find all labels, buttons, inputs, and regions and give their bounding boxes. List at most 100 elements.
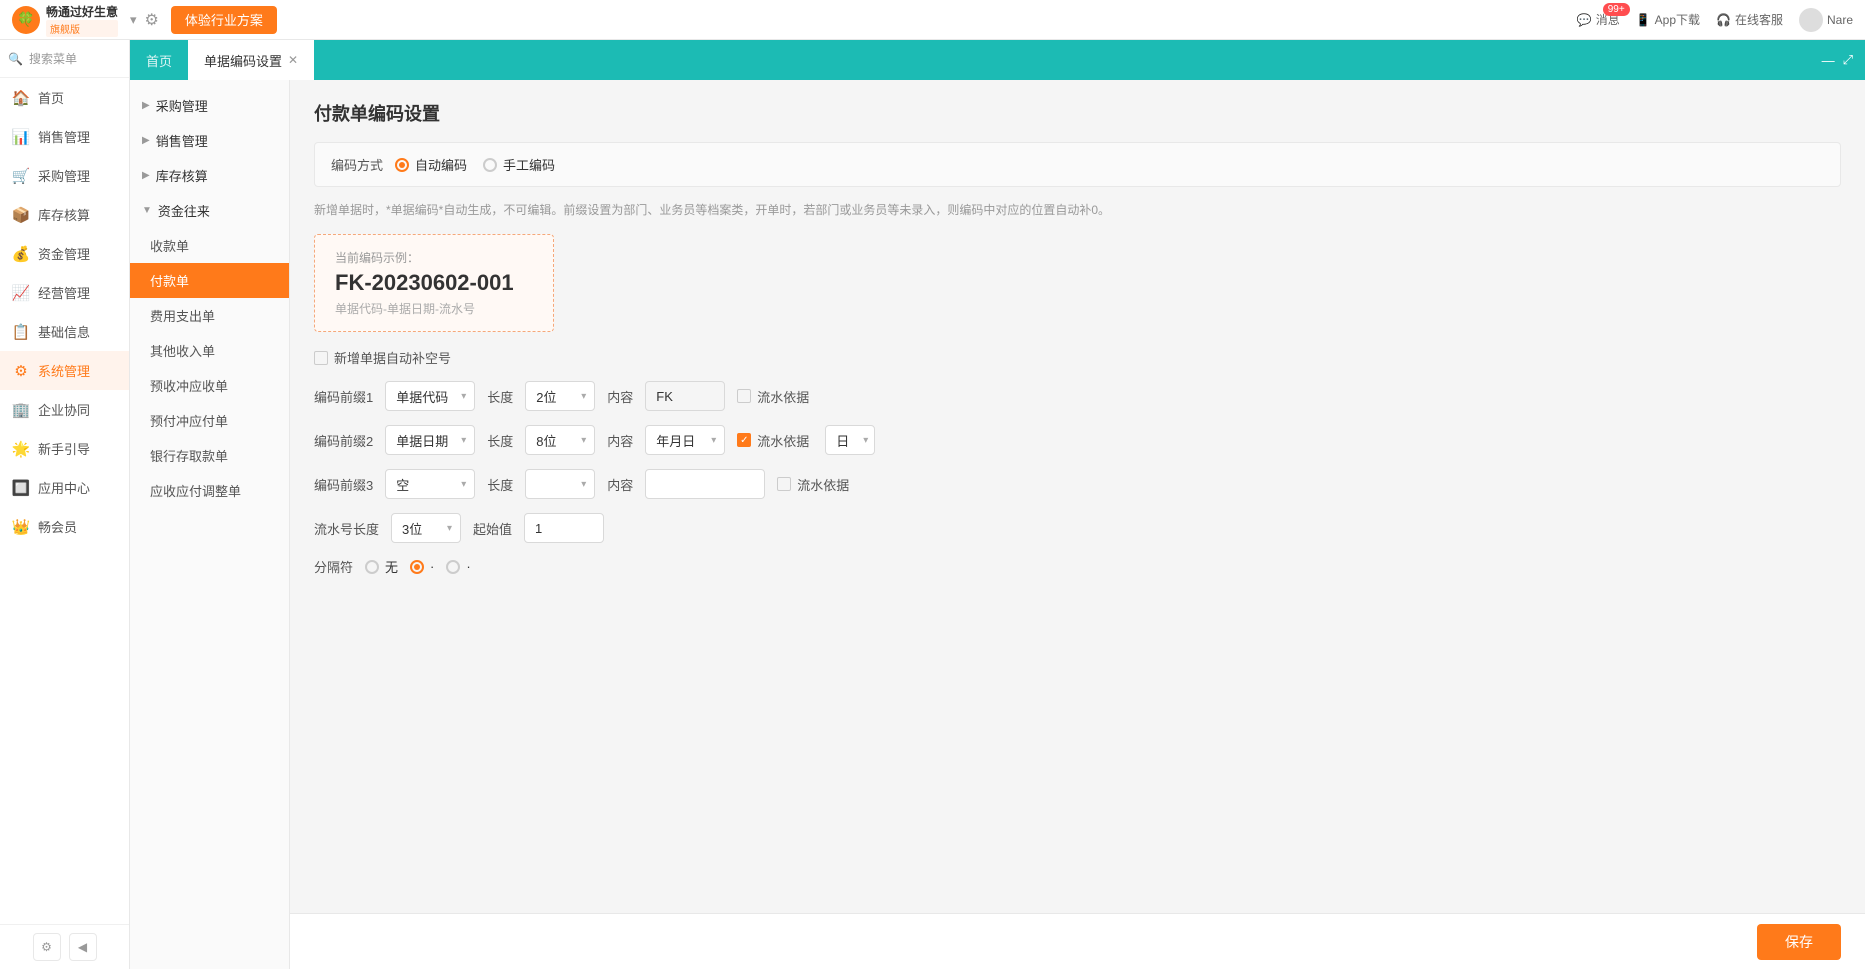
manual-encode-option[interactable]: 手工编码 — [483, 155, 555, 174]
sep-dot1-option[interactable]: · — [410, 559, 434, 574]
sep-dot2-radio[interactable] — [446, 560, 460, 574]
sub-item-receipt[interactable]: 收款单 — [130, 228, 289, 263]
sub-item-expense[interactable]: 费用支出单 — [130, 298, 289, 333]
sub-item-adjust[interactable]: 应收应付调整单 — [130, 473, 289, 508]
sidebar-item-home[interactable]: 🏠 首页 — [0, 78, 129, 117]
message-badge: 99+ — [1603, 3, 1630, 16]
sep-dot1-radio[interactable] — [410, 560, 424, 574]
sep-dot2-option[interactable]: · — [446, 559, 470, 574]
example-label: 当前编码示例： — [335, 249, 533, 266]
auto-fill-checkbox[interactable] — [314, 351, 328, 365]
prefix3-content-label: 内容 — [607, 475, 633, 494]
manual-encode-radio[interactable] — [483, 158, 497, 172]
enterprise-icon: 🏢 — [12, 401, 30, 419]
sidebar-item-appstore[interactable]: 🔲 应用中心 — [0, 468, 129, 507]
operation-icon: 📈 — [12, 284, 30, 302]
sidebar-item-finance[interactable]: 💰 资金管理 — [0, 234, 129, 273]
prefix3-label: 编码前缀3 — [314, 475, 373, 494]
sep-none-option[interactable]: 无 — [365, 557, 398, 576]
tab-home[interactable]: 首页 — [130, 40, 188, 80]
prefix2-content-select[interactable]: 年月日 ▾ — [645, 425, 725, 455]
sep-none-radio[interactable] — [365, 560, 379, 574]
logo-text: 畅通过好生意 旗舰版 — [46, 3, 118, 37]
sidebar-item-operation[interactable]: 📈 经营管理 — [0, 273, 129, 312]
topbar-nav: ▾ ⚙ — [130, 10, 159, 30]
dropdown-arrow[interactable]: ▾ — [130, 12, 137, 28]
prefix1-length-select[interactable]: 2位 ▾ — [525, 381, 595, 411]
sub-item-prepay-payable[interactable]: 预付冲应付单 — [130, 403, 289, 438]
sub-item-bank[interactable]: 银行存取款单 — [130, 438, 289, 473]
sidebar-item-sales[interactable]: 📊 销售管理 — [0, 117, 129, 156]
service-item[interactable]: 🎧 在线客服 — [1716, 11, 1783, 28]
sidebar-item-purchase[interactable]: 🛒 采购管理 — [0, 156, 129, 195]
sidebar-item-member[interactable]: 👑 畅会员 — [0, 507, 129, 546]
sub-group-inventory-title[interactable]: ▶ 库存核算 — [130, 158, 289, 193]
arrow-right-icon2: ▶ — [142, 135, 150, 146]
trial-button[interactable]: 体验行业方案 — [171, 6, 277, 34]
prefix3-select[interactable]: 空 ▾ — [385, 469, 475, 499]
prefix1-row: 编码前缀1 单据代码 ▾ 长度 2位 ▾ 内容 FK — [314, 381, 1841, 411]
sub-item-payment[interactable]: 付款单 — [130, 263, 289, 298]
content-area: 首页 单据编码设置 ✕ — ⤢ ▶ 采购管理 — [130, 40, 1865, 969]
prefix1-flow-checkbox[interactable] — [737, 389, 751, 403]
prefix3-content-input[interactable] — [645, 469, 765, 499]
sub-item-prepay-receivable[interactable]: 预收冲应收单 — [130, 368, 289, 403]
sub-group-sales-title[interactable]: ▶ 销售管理 — [130, 123, 289, 158]
auto-encode-radio[interactable] — [395, 158, 409, 172]
day-arrow: ▾ — [863, 435, 868, 446]
sub-group-sales: ▶ 销售管理 — [130, 123, 289, 158]
prefix1-content-input[interactable]: FK — [645, 381, 725, 411]
sub-group-capital: ▼ 资金往来 收款单 付款单 费用支出单 其他收入单 预收冲应收单 预付冲应付单… — [130, 193, 289, 508]
prefix2-length-select[interactable]: 8位 ▾ — [525, 425, 595, 455]
sidebar-settings-btn[interactable]: ⚙ — [33, 933, 61, 961]
service-icon: 🎧 — [1716, 13, 1731, 27]
sidebar-item-inventory[interactable]: 📦 库存核算 — [0, 195, 129, 234]
app-download-item[interactable]: 📱 App下载 — [1636, 11, 1700, 28]
prefix2-day-select[interactable]: 日 ▾ — [825, 425, 875, 455]
tab-close-icon[interactable]: ✕ — [288, 53, 298, 67]
encode-radio-group: 自动编码 手工编码 — [395, 155, 555, 174]
window-min-icon[interactable]: — — [1822, 53, 1835, 68]
inventory-icon: 📦 — [12, 206, 30, 224]
prefix2-select[interactable]: 单据日期 ▾ — [385, 425, 475, 455]
tab-encoding[interactable]: 单据编码设置 ✕ — [188, 40, 314, 80]
home-icon: 🏠 — [12, 89, 30, 107]
prefix3-length-label: 长度 — [487, 475, 513, 494]
save-button[interactable]: 保存 — [1757, 924, 1841, 960]
sub-item-income[interactable]: 其他收入单 — [130, 333, 289, 368]
sidebar-collapse-btn[interactable]: ◀ — [69, 933, 97, 961]
example-sub: 单据代码-单据日期-流水号 — [335, 300, 533, 317]
auto-fill-row: 新增单据自动补空号 — [314, 348, 1841, 367]
auto-encode-option[interactable]: 自动编码 — [395, 155, 467, 174]
prefix1-select[interactable]: 单据代码 ▾ — [385, 381, 475, 411]
sidebar-item-guide[interactable]: 🌟 新手引导 — [0, 429, 129, 468]
prefix3-flow-checkbox[interactable] — [777, 477, 791, 491]
encode-method-row: 编码方式 自动编码 手工编码 — [314, 142, 1841, 187]
sub-group-purchase-title[interactable]: ▶ 采购管理 — [130, 88, 289, 123]
message-item[interactable]: 💬 消息 99+ — [1577, 11, 1620, 28]
prefix3-length-select[interactable]: ▾ — [525, 469, 595, 499]
start-label: 起始值 — [473, 519, 512, 538]
guide-icon: 🌟 — [12, 440, 30, 458]
sub-group-capital-title[interactable]: ▼ 资金往来 — [130, 193, 289, 228]
sidebar-item-system[interactable]: ⚙ 系统管理 — [0, 351, 129, 390]
basic-icon: 📋 — [12, 323, 30, 341]
sep-options: 无 · · — [365, 557, 471, 576]
user-avatar[interactable]: Nare — [1799, 8, 1853, 32]
sidebar-bottom: ⚙ ◀ — [0, 924, 129, 969]
topbar: 🍀 畅通过好生意 旗舰版 ▾ ⚙ 体验行业方案 💬 消息 99+ 📱 App下载… — [0, 0, 1865, 40]
prefix2-length-arrow: ▾ — [581, 435, 586, 446]
settings-icon[interactable]: ⚙ — [145, 10, 159, 30]
start-value-input[interactable] — [524, 513, 604, 543]
prefix2-content-arrow: ▾ — [711, 435, 716, 446]
prefix2-length-label: 长度 — [487, 431, 513, 450]
sidebar-item-enterprise[interactable]: 🏢 企业协同 — [0, 390, 129, 429]
serial-length-select[interactable]: 3位 ▾ — [391, 513, 461, 543]
topbar-left: 🍀 畅通过好生意 旗舰版 ▾ ⚙ 体验行业方案 — [12, 3, 277, 37]
sidebar-item-basic[interactable]: 📋 基础信息 — [0, 312, 129, 351]
serial-arrow: ▾ — [447, 523, 452, 534]
sidebar-search[interactable]: 🔍 搜索菜单 — [0, 40, 129, 78]
window-max-icon[interactable]: ⤢ — [1843, 52, 1853, 68]
prefix2-flow-checkbox[interactable]: ✓ — [737, 433, 751, 447]
arrow-right-icon: ▶ — [142, 100, 150, 111]
